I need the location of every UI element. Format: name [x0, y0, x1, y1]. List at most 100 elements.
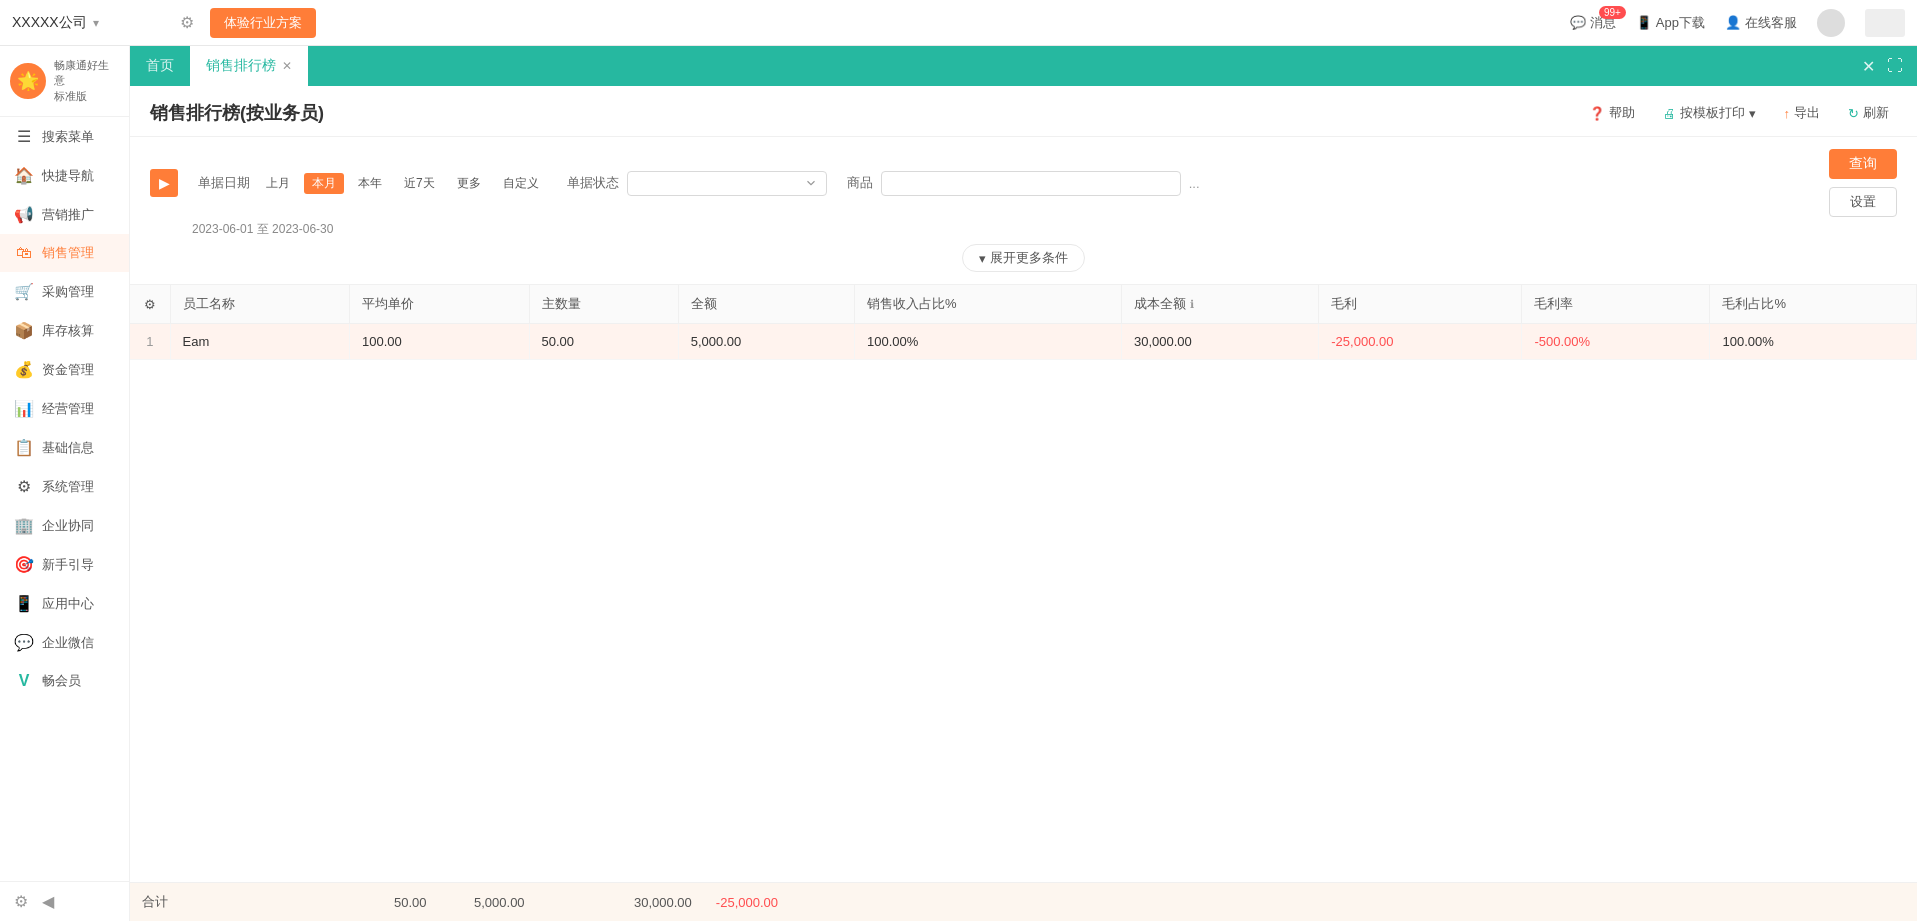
date-range-display: 2023-06-01 至 2023-06-30	[192, 222, 333, 236]
username-placeholder	[1865, 9, 1905, 37]
sidebar-item-member[interactable]: V 畅会员	[0, 662, 129, 700]
col-avg-price: 平均单价	[350, 285, 530, 324]
date-option-this-month[interactable]: 本月	[304, 173, 344, 194]
tab-close-all-icon[interactable]: ✕	[1862, 57, 1875, 76]
date-option-this-year[interactable]: 本年	[350, 173, 390, 194]
main-content: 首页 销售排行榜 ✕ ✕ ⛶ 销售排行榜(按业务员) ❓ 帮助 🖨 按模板打印	[130, 46, 1917, 921]
sidebar-item-purchase[interactable]: 🛒 采购管理	[0, 272, 129, 311]
cell-avg-price: 100.00	[350, 324, 530, 360]
sidebar-label-basic-info: 基础信息	[42, 439, 94, 457]
template-print-button[interactable]: 🖨 按模板打印 ▾	[1655, 100, 1764, 126]
company-selector[interactable]: XXXXX公司 ▾	[12, 14, 172, 32]
page-actions: ❓ 帮助 🖨 按模板打印 ▾ ↑ 导出 ↻ 刷新	[1581, 100, 1898, 126]
expand-more-button[interactable]: ▾ 展开更多条件	[962, 244, 1085, 272]
online-service-group[interactable]: 👤 在线客服	[1725, 14, 1797, 32]
date-option-last-month[interactable]: 上月	[258, 173, 298, 194]
app-download-label: App下载	[1656, 14, 1705, 32]
sales-icon: 🛍	[14, 244, 34, 262]
col-cost-amount: 成本全额 ℹ	[1122, 285, 1319, 324]
tab-sales-rank[interactable]: 销售排行榜 ✕	[190, 46, 308, 86]
sidebar-item-enterprise[interactable]: 🏢 企业协同	[0, 506, 129, 545]
footer-amount: 5,000.00	[462, 895, 542, 910]
cell-gross-rate: -500.00%	[1522, 324, 1710, 360]
cell-name: Eam	[170, 324, 350, 360]
sidebar-item-marketing[interactable]: 📢 营销推广	[0, 195, 129, 234]
tab-close-icon[interactable]: ✕	[282, 59, 292, 73]
sidebar-label-operations: 经营管理	[42, 400, 94, 418]
table-footer: 合计 50.00 5,000.00 30,000.00 -25,000.00	[130, 882, 1917, 921]
page-header: 销售排行榜(按业务员) ❓ 帮助 🖨 按模板打印 ▾ ↑ 导出 ↻ 刷新	[130, 86, 1917, 137]
sidebar-label-guide: 新手引导	[42, 556, 94, 574]
sidebar-item-inventory[interactable]: 📦 库存核算	[0, 311, 129, 350]
sidebar-collapse-icon[interactable]: ◀	[42, 892, 54, 911]
print-dropdown-icon: ▾	[1749, 106, 1756, 121]
cell-main-qty: 50.00	[529, 324, 678, 360]
logo-icon: 🌟	[10, 63, 46, 99]
sidebar-label-member: 畅会员	[42, 672, 81, 690]
inventory-icon: 📦	[14, 321, 34, 340]
sidebar: 🌟 畅康通好生意 标准版 ☰ 搜索菜单 🏠 快捷导航 📢 营销推广 🛍 销售管理…	[0, 46, 130, 921]
sidebar-item-system[interactable]: ⚙ 系统管理	[0, 467, 129, 506]
sidebar-item-app-center[interactable]: 📱 应用中心	[0, 584, 129, 623]
message-badge: 99+	[1599, 6, 1626, 19]
sidebar-label-inventory: 库存核算	[42, 322, 94, 340]
goods-input[interactable]	[881, 171, 1181, 196]
sidebar-item-finance[interactable]: 💰 资金管理	[0, 350, 129, 389]
filter-area: ▶ 单据日期 上月 本月 本年 近7天 更多 自定义 单据状态	[130, 137, 1917, 285]
cell-sales-pct: 100.00%	[854, 324, 1121, 360]
status-filter-label: 单据状态	[567, 174, 619, 192]
tab-bar: 首页 销售排行榜 ✕ ✕ ⛶	[130, 46, 1917, 86]
sidebar-label-app-center: 应用中心	[42, 595, 94, 613]
setting-button[interactable]: 设置	[1829, 187, 1897, 217]
date-option-7days[interactable]: 近7天	[396, 173, 443, 194]
operations-icon: 📊	[14, 399, 34, 418]
sidebar-item-operations[interactable]: 📊 经营管理	[0, 389, 129, 428]
query-button[interactable]: 查询	[1829, 149, 1897, 179]
filter-row: ▶ 单据日期 上月 本月 本年 近7天 更多 自定义 单据状态	[150, 149, 1897, 217]
finance-icon: 💰	[14, 360, 34, 379]
sales-rank-table: ⚙ 员工名称 平均单价 主数量 全额 销售收入占比% 成本全额 ℹ 毛利 毛利率…	[130, 285, 1917, 360]
status-select[interactable]	[627, 171, 827, 196]
refresh-button[interactable]: ↻ 刷新	[1840, 100, 1897, 126]
sidebar-logo: 🌟 畅康通好生意 标准版	[0, 46, 129, 117]
sidebar-item-search-order[interactable]: ☰ 搜索菜单	[0, 117, 129, 156]
tab-home[interactable]: 首页	[130, 46, 190, 86]
help-button[interactable]: ❓ 帮助	[1581, 100, 1643, 126]
tab-maximize-icon[interactable]: ⛶	[1887, 57, 1903, 75]
tab-right-icons: ✕ ⛶	[1862, 57, 1917, 76]
sidebar-bottom: ⚙ ◀	[0, 881, 129, 921]
cell-cost-amount: 30,000.00	[1122, 324, 1319, 360]
goods-more-dots[interactable]: ...	[1189, 176, 1200, 191]
app-download-group[interactable]: 📱 App下载	[1636, 14, 1705, 32]
sidebar-label-enterprise: 企业协同	[42, 517, 94, 535]
settings-icon[interactable]: ⚙	[180, 13, 194, 32]
sidebar-item-basic-info[interactable]: 📋 基础信息	[0, 428, 129, 467]
online-service-label: 在线客服	[1745, 14, 1797, 32]
sidebar-item-wechat[interactable]: 💬 企业微信	[0, 623, 129, 662]
date-option-custom[interactable]: 自定义	[495, 173, 547, 194]
expand-more-label: 展开更多条件	[990, 249, 1068, 267]
sidebar-item-quick-nav[interactable]: 🏠 快捷导航	[0, 156, 129, 195]
tab-sales-rank-label: 销售排行榜	[206, 57, 276, 75]
sidebar-settings-icon[interactable]: ⚙	[14, 892, 28, 911]
sidebar-label-wechat: 企业微信	[42, 634, 94, 652]
filter-expand-arrow[interactable]: ▶	[150, 169, 178, 197]
status-filter: 单据状态	[567, 171, 827, 196]
export-icon: ↑	[1784, 106, 1791, 121]
col-amount: 全额	[678, 285, 854, 324]
guide-icon: 🎯	[14, 555, 34, 574]
col-settings: ⚙	[130, 285, 170, 324]
sidebar-label-purchase: 采购管理	[42, 283, 94, 301]
cell-rank: 1	[130, 324, 170, 360]
footer-cost-amount: 30,000.00	[622, 895, 704, 910]
sidebar-label-marketing: 营销推广	[42, 206, 94, 224]
trial-button[interactable]: 体验行业方案	[210, 8, 316, 38]
logo-text: 畅康通好生意 标准版	[54, 58, 119, 104]
date-option-more[interactable]: 更多	[449, 173, 489, 194]
sidebar-item-sales[interactable]: 🛍 销售管理	[0, 234, 129, 272]
avatar[interactable]	[1817, 9, 1845, 37]
message-group[interactable]: 💬 消息 99+	[1570, 14, 1616, 32]
sidebar-item-guide[interactable]: 🎯 新手引导	[0, 545, 129, 584]
help-label: 帮助	[1609, 104, 1635, 122]
export-button[interactable]: ↑ 导出	[1776, 100, 1829, 126]
